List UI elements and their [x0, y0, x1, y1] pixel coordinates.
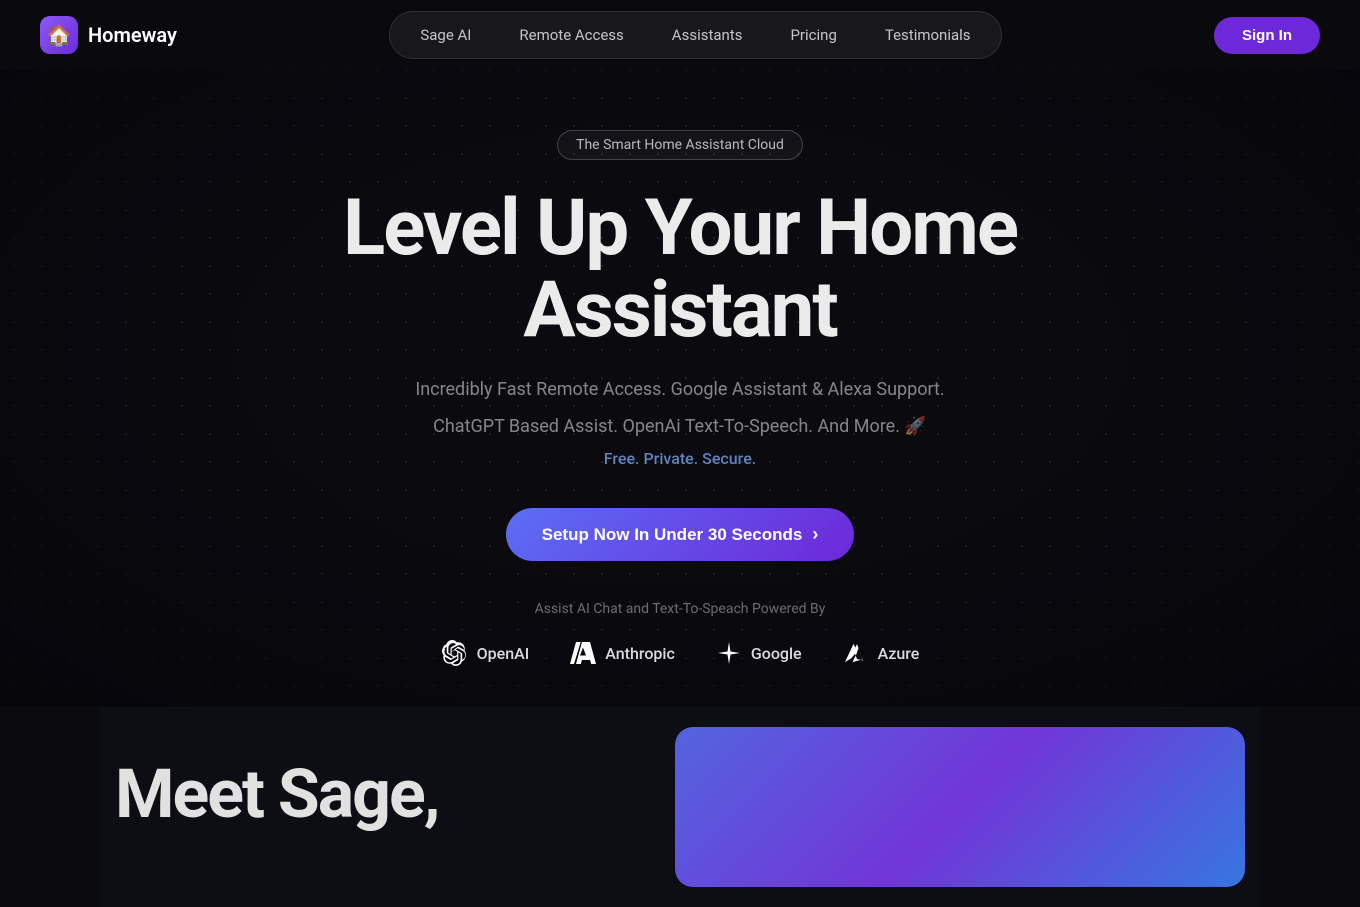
azure-label: Azure: [878, 644, 920, 663]
cta-button[interactable]: Setup Now In Under 30 Seconds ›: [506, 508, 855, 561]
ai-provider-anthropic: Anthropic: [569, 639, 675, 667]
powered-by-label: Assist AI Chat and Text-To-Speach Powere…: [535, 601, 826, 617]
sign-in-button[interactable]: Sign In: [1214, 17, 1320, 54]
logo-text: Homeway: [88, 23, 177, 47]
hero-subtitle-1: Incredibly Fast Remote Access. Google As…: [415, 376, 944, 405]
side-panel-right: [1260, 707, 1360, 907]
ai-logos-row: OpenAI Anthropic: [441, 639, 920, 667]
nav-item-testimonials[interactable]: Testimonials: [863, 18, 993, 52]
hero-tagline: Free. Private. Secure.: [604, 449, 756, 468]
openai-icon: [441, 639, 469, 667]
ai-provider-azure: Azure: [842, 639, 920, 667]
hero-section: The Smart Home Assistant Cloud Level Up …: [0, 0, 1360, 707]
navigation: 🏠 Homeway Sage AI Remote Access Assistan…: [0, 0, 1360, 70]
logo[interactable]: 🏠 Homeway: [40, 16, 177, 54]
google-label: Google: [751, 644, 802, 663]
hero-badge-text: The Smart Home Assistant Cloud: [576, 137, 784, 153]
sage-card: [675, 727, 1245, 887]
azure-icon: [842, 639, 870, 667]
ai-provider-google: Google: [715, 639, 802, 667]
google-icon: [715, 639, 743, 667]
anthropic-icon: [569, 639, 597, 667]
nav-item-assistants[interactable]: Assistants: [650, 18, 765, 52]
logo-icon: 🏠: [40, 16, 78, 54]
cta-arrow-icon: ›: [812, 524, 818, 545]
hero-title: Level Up Your Home Assistant: [205, 188, 1155, 352]
hero-badge: The Smart Home Assistant Cloud: [557, 130, 803, 160]
hero-content: The Smart Home Assistant Cloud Level Up …: [185, 70, 1175, 707]
nav-menu: Sage AI Remote Access Assistants Pricing…: [389, 11, 1001, 59]
nav-item-pricing[interactable]: Pricing: [768, 18, 858, 52]
hero-subtitle-2: ChatGPT Based Assist. OpenAi Text-To-Spe…: [433, 413, 927, 442]
bottom-section: Meet Sage,: [0, 707, 1360, 907]
cta-label: Setup Now In Under 30 Seconds: [542, 525, 803, 545]
openai-label: OpenAI: [477, 644, 530, 663]
ai-provider-openai: OpenAI: [441, 639, 530, 667]
nav-item-remote-access[interactable]: Remote Access: [497, 18, 645, 52]
side-panel-left: [0, 707, 100, 907]
anthropic-label: Anthropic: [605, 644, 675, 663]
nav-item-sage-ai[interactable]: Sage AI: [398, 18, 493, 52]
meet-sage-heading: Meet Sage,: [115, 757, 438, 832]
